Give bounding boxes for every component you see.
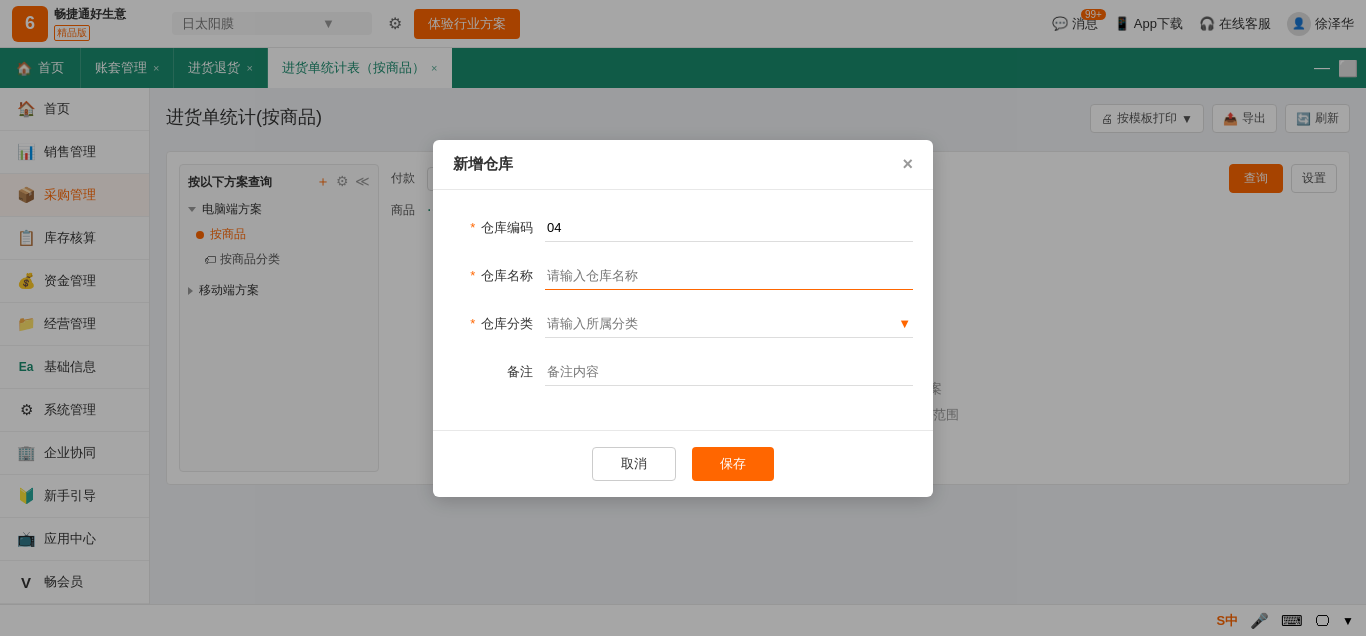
- category-select-row[interactable]: ▼: [545, 310, 913, 338]
- form-row-note: 备注: [453, 358, 913, 386]
- category-label: * 仓库分类: [453, 315, 533, 333]
- form-row-category: * 仓库分类 ▼: [453, 310, 913, 338]
- modal-header: 新增仓库 ×: [433, 140, 933, 190]
- code-label-text: 仓库编码: [481, 220, 533, 235]
- save-btn[interactable]: 保存: [692, 447, 774, 481]
- form-row-code: * 仓库编码: [453, 214, 913, 242]
- code-label: * 仓库编码: [453, 219, 533, 237]
- required-star: *: [470, 220, 475, 235]
- add-warehouse-modal: 新增仓库 × * 仓库编码 * 仓库名称: [433, 140, 933, 497]
- note-label: 备注: [453, 363, 533, 381]
- required-star3: *: [470, 316, 475, 331]
- warehouse-name-input[interactable]: [545, 262, 913, 290]
- note-input[interactable]: [545, 358, 913, 386]
- warehouse-code-input[interactable]: [545, 214, 913, 242]
- modal-close-btn[interactable]: ×: [902, 154, 913, 175]
- modal-overlay[interactable]: 新增仓库 × * 仓库编码 * 仓库名称: [0, 0, 1366, 636]
- form-row-name: * 仓库名称: [453, 262, 913, 290]
- category-arrow-icon: ▼: [898, 316, 911, 331]
- required-star2: *: [470, 268, 475, 283]
- category-label-text: 仓库分类: [481, 316, 533, 331]
- name-label-text: 仓库名称: [481, 268, 533, 283]
- modal-footer: 取消 保存: [433, 430, 933, 497]
- note-label-text: 备注: [507, 364, 533, 379]
- cancel-btn[interactable]: 取消: [592, 447, 676, 481]
- modal-title: 新增仓库: [453, 155, 513, 174]
- name-label: * 仓库名称: [453, 267, 533, 285]
- category-input[interactable]: [547, 316, 898, 331]
- modal-body: * 仓库编码 * 仓库名称 * 仓库分类: [433, 190, 933, 430]
